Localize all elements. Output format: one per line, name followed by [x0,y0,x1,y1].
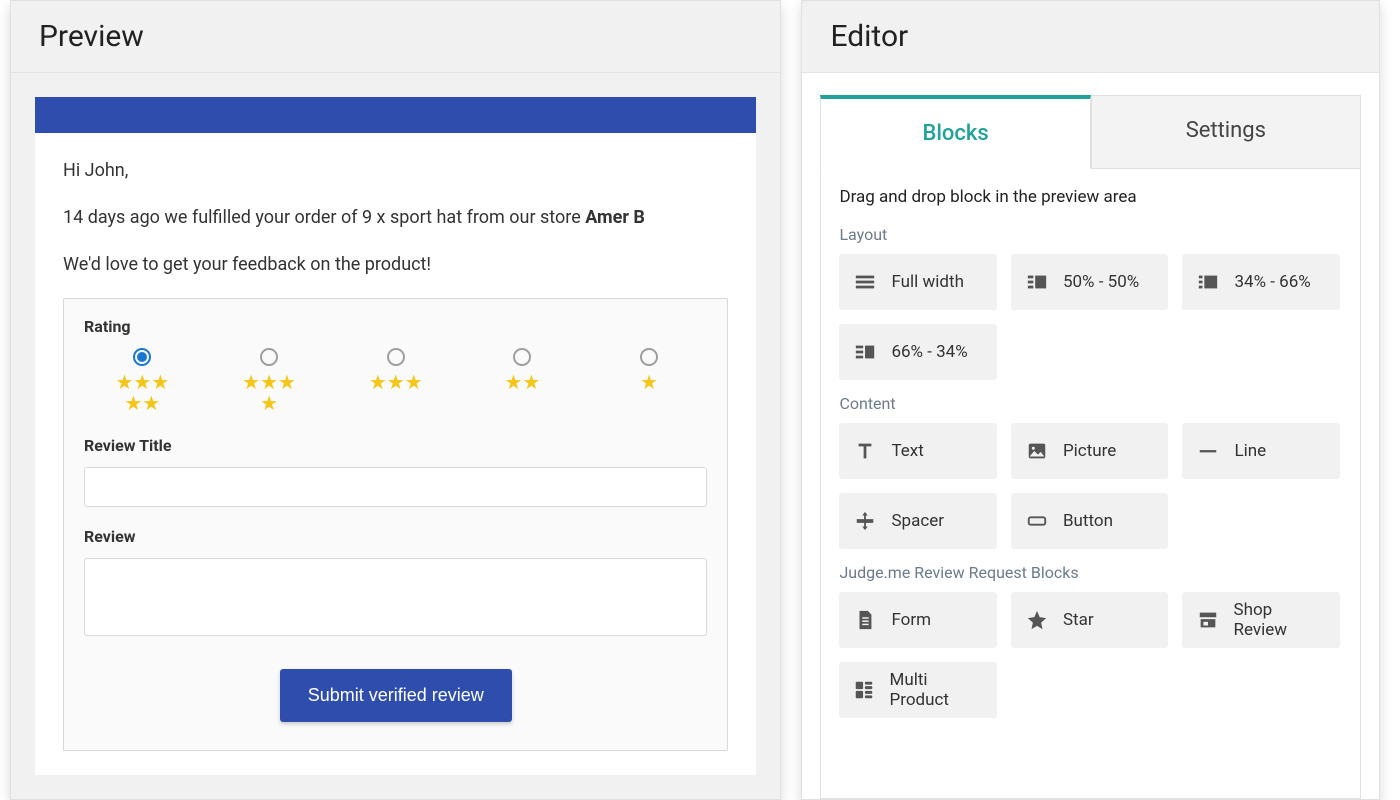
block-shop-review[interactable]: Shop Review [1182,592,1340,648]
stars-3: ★★★ [369,372,423,393]
block-label: Form [891,610,931,630]
tab-blocks[interactable]: Blocks [820,95,1090,169]
section-label-judgeme: Judge.me Review Request Blocks [839,563,1342,582]
shop-review-icon [1196,608,1219,632]
rating-option-2[interactable]: ★★ [464,348,581,414]
block-label: 66% - 34% [891,342,967,362]
block-star[interactable]: Star [1011,592,1169,648]
block-66-34[interactable]: 66% - 34% [839,324,997,380]
block-label: Multi Product [890,670,983,710]
review-body-input[interactable] [84,558,707,636]
picture-icon [1025,439,1049,463]
rating-option-3[interactable]: ★★★ [337,348,454,414]
preview-panel: Preview Hi John, 14 days ago we fulfille… [10,0,781,800]
email-body: 14 days ago we fulfilled your order of 9… [63,204,728,231]
block-multi-product[interactable]: Multi Product [839,662,997,718]
radio-icon [640,348,658,366]
review-title-label: Review Title [84,436,707,455]
block-label: Line [1234,441,1266,461]
rating-option-4[interactable]: ★★★★ [211,348,328,414]
rating-row: ★★★★★ ★★★★ ★★★ ★★ [84,348,707,414]
block-line[interactable]: Line [1182,423,1340,479]
editor-panel: Editor Blocks Settings Drag and drop blo… [801,0,1380,800]
layout-full-icon [853,270,877,294]
radio-selected-icon [133,348,151,366]
block-button[interactable]: Button [1011,493,1169,549]
block-text[interactable]: Text [839,423,997,479]
review-form: Rating ★★★★★ ★★★★ ★★★ [63,298,728,751]
content-grid: Text Picture Line Spacer Button [839,423,1342,549]
layout-50-50-icon [1025,270,1049,294]
block-label: 50% - 50% [1063,272,1139,292]
editor-inner: Drag and drop block in the preview area … [820,169,1361,799]
block-label: 34% - 66% [1234,272,1310,292]
layout-34-66-icon [1196,270,1220,294]
text-icon [853,439,877,463]
email-banner [35,97,756,133]
radio-icon [260,348,278,366]
spacer-icon [853,509,877,533]
email-greeting: Hi John, [63,157,728,184]
editor-tabs: Blocks Settings [820,95,1361,169]
stars-5: ★★★★★ [108,372,176,414]
layout-66-34-icon [853,340,877,364]
block-form[interactable]: Form [839,592,997,648]
tab-settings[interactable]: Settings [1091,95,1361,169]
review-body-label: Review [84,527,707,546]
block-full-width[interactable]: Full width [839,254,997,310]
rating-label: Rating [84,317,707,336]
stars-2: ★★ [504,372,540,393]
block-label: Star [1063,610,1094,630]
section-label-content: Content [839,394,1342,413]
stars-4: ★★★★ [235,372,303,414]
block-label: Spacer [891,511,944,531]
button-icon [1025,509,1049,533]
editor-body: Blocks Settings Drag and drop block in t… [802,73,1379,799]
stars-1: ★ [640,372,658,393]
line-icon [1196,439,1220,463]
preview-title: Preview [11,1,780,73]
preview-body: Hi John, 14 days ago we fulfilled your o… [11,73,780,799]
rating-option-1[interactable]: ★ [591,348,708,414]
block-label: Button [1063,511,1113,531]
email-content: Hi John, 14 days ago we fulfilled your o… [35,133,756,775]
radio-icon [513,348,531,366]
rating-option-5[interactable]: ★★★★★ [84,348,201,414]
review-title-input[interactable] [84,467,707,507]
judgeme-grid: Form Star Shop Review Multi Product [839,592,1342,718]
email-store-name: Amer B [585,207,645,228]
submit-review-button[interactable]: Submit verified review [280,669,512,722]
block-label: Text [891,441,923,461]
editor-title: Editor [802,1,1379,73]
section-label-layout: Layout [839,225,1342,244]
block-label: Full width [891,272,964,292]
email-body-prefix: 14 days ago we fulfilled your order of 9… [63,207,585,228]
form-icon [853,608,877,632]
block-label: Picture [1063,441,1116,461]
block-spacer[interactable]: Spacer [839,493,997,549]
layout-grid: Full width 50% - 50% 34% - 66% 66% - 34% [839,254,1342,380]
block-34-66[interactable]: 34% - 66% [1182,254,1340,310]
block-label: Shop Review [1233,600,1326,640]
star-icon [1025,608,1049,632]
email-feedback-line: We'd love to get your feedback on the pr… [63,251,728,278]
editor-help-text: Drag and drop block in the preview area [839,187,1342,207]
radio-icon [387,348,405,366]
block-50-50[interactable]: 50% - 50% [1011,254,1169,310]
block-picture[interactable]: Picture [1011,423,1169,479]
email-card: Hi John, 14 days ago we fulfilled your o… [35,97,756,775]
multi-product-icon [853,678,875,702]
